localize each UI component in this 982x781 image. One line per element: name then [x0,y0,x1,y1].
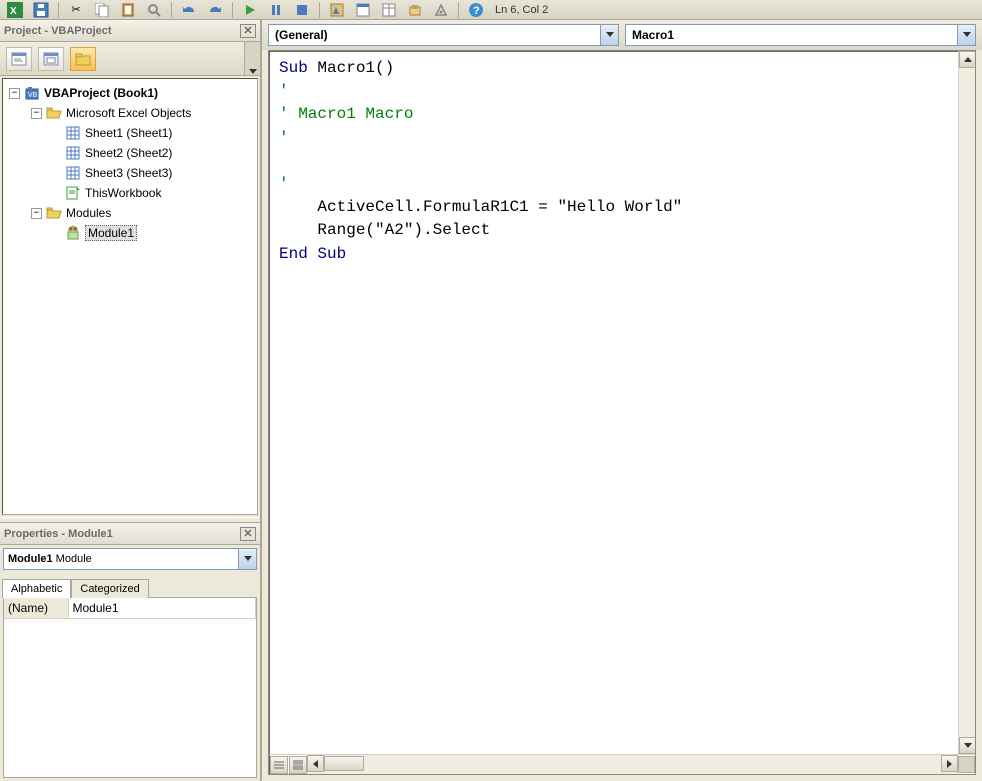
scroll-track[interactable] [959,68,975,737]
workbook-icon [65,185,81,201]
expander-icon[interactable]: − [9,88,20,99]
tree-root-label[interactable]: VBAProject (Book1) [44,86,158,100]
scroll-thumb[interactable] [324,756,364,771]
module-icon [65,225,81,241]
undo-icon[interactable] [178,1,200,19]
find-icon[interactable] [143,1,165,19]
dropdown-arrow-icon[interactable] [600,25,618,45]
separator [319,2,320,18]
procedure-view-button[interactable] [270,756,288,774]
properties-panel-title: Properties - Module1 [4,528,113,540]
paste-icon[interactable] [117,1,139,19]
tree-folder-label[interactable]: Modules [66,206,111,220]
object-browser-icon[interactable] [404,1,426,19]
tree-folder-label[interactable]: Microsoft Excel Objects [66,106,191,120]
resize-grip[interactable] [958,756,975,773]
properties-tabs: Alphabetic Categorized [0,573,260,597]
tree-sheet-label[interactable]: Sheet1 (Sheet1) [85,126,172,140]
stop-icon[interactable] [291,1,313,19]
worksheet-icon [65,145,81,161]
tree-sheet-label[interactable]: Sheet2 (Sheet2) [85,146,172,160]
project-panel-titlebar: Project - VBAProject ✕ [0,20,260,42]
design-mode-icon[interactable] [326,1,348,19]
properties-panel-titlebar: Properties - Module1 ✕ [0,523,260,545]
save-icon[interactable] [30,1,52,19]
view-code-button[interactable] [6,47,32,71]
code-bottom-bar [269,754,975,774]
vertical-scrollbar[interactable] [958,51,975,754]
separator [171,2,172,18]
scroll-up-button[interactable] [959,51,975,68]
excel-icon[interactable]: X [4,1,26,19]
dropdown-arrow-icon[interactable] [238,549,256,569]
tree-module-label[interactable]: Module1 [85,225,137,241]
tree-sheet-label[interactable]: Sheet3 (Sheet3) [85,166,172,180]
horizontal-scrollbar[interactable] [307,755,958,774]
scroll-track[interactable] [324,755,941,774]
object-combo[interactable]: (General) [268,24,619,46]
svg-text:VB: VB [28,92,38,99]
dropdown-arrow-icon[interactable] [957,25,975,45]
svg-text:X: X [10,6,17,17]
run-icon[interactable] [239,1,261,19]
tree-workbook-label[interactable]: ThisWorkbook [85,186,161,200]
project-tree[interactable]: − VB VBAProject (Book1) − Microsoft Exce… [2,78,258,515]
code-header: (General) Macro1 [262,20,982,50]
expander-icon[interactable]: − [31,108,42,119]
separator [232,2,233,18]
toolbox-icon[interactable] [430,1,452,19]
toggle-folders-button[interactable] [70,47,96,71]
worksheet-icon [65,125,81,141]
project-panel-close-button[interactable]: ✕ [240,24,256,38]
pause-icon[interactable] [265,1,287,19]
procedure-combo[interactable]: Macro1 [625,24,976,46]
view-object-button[interactable] [38,47,64,71]
redo-icon[interactable] [204,1,226,19]
svg-text:?: ? [473,5,480,17]
expander-icon[interactable]: − [31,208,42,219]
scroll-left-button[interactable] [307,755,324,772]
project-toolbar [0,42,260,76]
left-column: Project - VBAProject ✕ − VB VBAProject (… [0,20,262,781]
right-column: (General) Macro1 Sub Macro1() ' ' Macro1… [262,20,982,781]
folder-open-icon [46,105,62,121]
tab-categorized[interactable]: Categorized [71,579,148,598]
property-value-cell[interactable]: Module1 [68,598,256,619]
help-icon[interactable]: ? [465,1,487,19]
separator [58,2,59,18]
properties-panel-close-button[interactable]: ✕ [240,527,256,541]
properties-grid[interactable]: (Name) Module1 [3,597,257,778]
folder-open-icon [46,205,62,221]
copy-icon[interactable] [91,1,113,19]
cursor-position-text: Ln 6, Col 2 [495,4,548,16]
tab-alphabetic[interactable]: Alphabetic [2,579,71,598]
project-toolbar-overflow[interactable] [244,42,260,75]
main-toolbar: X ✂ ? Ln 6, Col 2 [0,0,982,20]
properties-panel-body: Module1 Module Alphabetic Categorized (N… [0,545,260,781]
project-explorer-icon[interactable] [352,1,374,19]
worksheet-icon [65,165,81,181]
vbaproject-icon: VB [24,85,40,101]
scroll-down-button[interactable] [959,737,975,754]
properties-object-dropdown[interactable]: Module1 Module [3,548,257,570]
cut-icon[interactable]: ✂ [65,1,87,19]
code-editor[interactable]: Sub Macro1() ' ' Macro1 Macro ' ' Active… [269,51,958,754]
code-window: Sub Macro1() ' ' Macro1 Macro ' ' Active… [268,50,976,775]
scroll-right-button[interactable] [941,755,958,772]
properties-window-icon[interactable] [378,1,400,19]
property-name-cell[interactable]: (Name) [4,598,68,619]
separator [458,2,459,18]
project-panel-title: Project - VBAProject [4,25,112,37]
property-row: (Name) Module1 [4,598,256,619]
full-module-view-button[interactable] [289,756,307,774]
